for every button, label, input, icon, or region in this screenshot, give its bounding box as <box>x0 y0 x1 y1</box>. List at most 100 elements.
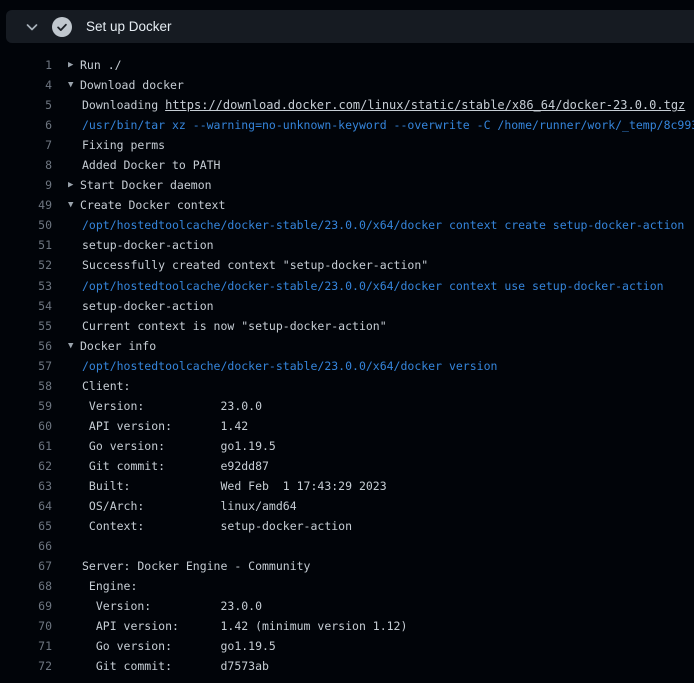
log-line-9: 9 ▶Start Docker daemon <box>0 175 694 195</box>
log-text: Go version: go1.19.5 <box>82 636 276 656</box>
log-text: API version: 1.42 (minimum version 1.12) <box>82 616 407 636</box>
line-number: 60 <box>0 416 52 436</box>
line-number: 65 <box>0 516 52 536</box>
log-line-69: 69 Version: 23.0.0 <box>0 596 694 616</box>
log-command-text: /opt/hostedtoolcache/docker-stable/23.0.… <box>82 356 497 376</box>
group-collapsed-icon[interactable]: ▶ <box>68 55 80 75</box>
log-line-54: 54 setup-docker-action <box>0 296 694 316</box>
line-number: 71 <box>0 636 52 656</box>
check-circle-icon <box>52 17 72 37</box>
group-collapsed-icon[interactable]: ▶ <box>68 175 80 195</box>
log-text: Git commit: d7573ab <box>82 656 269 676</box>
log-text: Fixing perms <box>82 135 165 155</box>
group-title[interactable]: Download docker <box>80 75 184 95</box>
line-number: 9 <box>0 175 52 195</box>
line-number: 62 <box>0 456 52 476</box>
log-line-6: 6/usr/bin/tar xz --warning=no-unknown-ke… <box>0 115 694 135</box>
log-command-text: /opt/hostedtoolcache/docker-stable/23.0.… <box>82 215 684 235</box>
group-expanded-icon[interactable]: ▼ <box>68 75 80 95</box>
log-line-72: 72 Git commit: d7573ab <box>0 656 694 676</box>
log-text: Engine: <box>82 576 137 596</box>
line-number: 69 <box>0 596 52 616</box>
group-title[interactable]: Start Docker daemon <box>80 175 212 195</box>
log-text: OS/Arch: linux/amd64 <box>82 496 297 516</box>
log-text: setup-docker-action <box>82 296 214 316</box>
log-line-52: 52 Successfully created context "setup-do… <box>0 255 694 275</box>
log-line-60: 60 API version: 1.42 <box>0 416 694 436</box>
log-line-71: 71 Go version: go1.19.5 <box>0 636 694 656</box>
log-line-63: 63 Built: Wed Feb 1 17:43:29 2023 <box>0 476 694 496</box>
line-number: 68 <box>0 576 52 596</box>
log-line-57: 57/opt/hostedtoolcache/docker-stable/23.… <box>0 356 694 376</box>
log-line-68: 68 Engine: <box>0 576 694 596</box>
line-number: 1 <box>0 55 52 75</box>
log-line-7: 7 Fixing perms <box>0 135 694 155</box>
log-text: Successfully created context "setup-dock… <box>82 255 428 275</box>
log-line-65: 65 Context: setup-docker-action <box>0 516 694 536</box>
line-number: 49 <box>0 195 52 215</box>
line-number: 4 <box>0 75 52 95</box>
line-number: 53 <box>0 276 52 296</box>
line-number: 64 <box>0 496 52 516</box>
log-url-link[interactable]: https://download.docker.com/linux/static… <box>165 98 685 112</box>
line-number: 51 <box>0 235 52 255</box>
log-text: Version: 23.0.0 <box>82 396 262 416</box>
log-line-67: 67 Server: Docker Engine - Community <box>0 556 694 576</box>
group-title[interactable]: Docker info <box>80 336 156 356</box>
log-text: Version: 23.0.0 <box>82 596 262 616</box>
log-line-50: 50/opt/hostedtoolcache/docker-stable/23.… <box>0 215 694 235</box>
line-number: 52 <box>0 255 52 275</box>
step-header[interactable]: Set up Docker <box>6 10 694 43</box>
log-command-text: /opt/hostedtoolcache/docker-stable/23.0.… <box>82 276 664 296</box>
log-text: Context: setup-docker-action <box>82 516 352 536</box>
log-line-64: 64 OS/Arch: linux/amd64 <box>0 496 694 516</box>
log-text: Client: <box>82 376 130 396</box>
log-line-51: 51 setup-docker-action <box>0 235 694 255</box>
line-number: 55 <box>0 316 52 336</box>
log-line-62: 62 Git commit: e92dd87 <box>0 456 694 476</box>
log-command-text: /usr/bin/tar xz --warning=no-unknown-key… <box>82 115 694 135</box>
line-number: 50 <box>0 215 52 235</box>
log-text: Git commit: e92dd87 <box>82 456 269 476</box>
group-expanded-icon[interactable]: ▼ <box>68 336 80 356</box>
log-line-8: 8 Added Docker to PATH <box>0 155 694 175</box>
log-text: setup-docker-action <box>82 235 214 255</box>
log-text: Added Docker to PATH <box>82 155 220 175</box>
log-text-prefix: Downloading <box>82 98 165 112</box>
line-number: 72 <box>0 656 52 676</box>
log-line-5: 5 Downloading https://download.docker.com… <box>0 95 694 115</box>
step-title: Set up Docker <box>86 19 172 34</box>
log-line-70: 70 API version: 1.42 (minimum version 1.… <box>0 616 694 636</box>
log-text: Go version: go1.19.5 <box>82 436 276 456</box>
group-title[interactable]: Run ./ <box>80 55 122 75</box>
log-text: Downloading https://download.docker.com/… <box>82 95 685 115</box>
log-line-1: 1 ▶Run ./ <box>0 55 694 75</box>
log-text: Server: Docker Engine - Community <box>82 556 310 576</box>
line-number: 5 <box>0 95 52 115</box>
log-line-66: 66 <box>0 536 694 556</box>
group-title[interactable]: Create Docker context <box>80 195 225 215</box>
line-number: 63 <box>0 476 52 496</box>
log-text: Built: Wed Feb 1 17:43:29 2023 <box>82 476 387 496</box>
log-line-4: 4 ▼Download docker <box>0 75 694 95</box>
chevron-down-icon[interactable] <box>24 19 40 35</box>
line-number: 57 <box>0 356 52 376</box>
group-expanded-icon[interactable]: ▼ <box>68 195 80 215</box>
line-number: 6 <box>0 115 52 135</box>
line-number: 54 <box>0 296 52 316</box>
log-text: API version: 1.42 <box>82 416 248 436</box>
line-number: 61 <box>0 436 52 456</box>
log-line-61: 61 Go version: go1.19.5 <box>0 436 694 456</box>
line-number: 67 <box>0 556 52 576</box>
line-number: 70 <box>0 616 52 636</box>
line-number: 7 <box>0 135 52 155</box>
log-line-59: 59 Version: 23.0.0 <box>0 396 694 416</box>
log-line-53: 53/opt/hostedtoolcache/docker-stable/23.… <box>0 276 694 296</box>
line-number: 66 <box>0 536 52 556</box>
log-line-56: 56▼Docker info <box>0 336 694 356</box>
log-line-49: 49 ▼Create Docker context <box>0 195 694 215</box>
log-text: Current context is now "setup-docker-act… <box>82 316 387 336</box>
log-line-55: 55 Current context is now "setup-docker-a… <box>0 316 694 336</box>
line-number: 59 <box>0 396 52 416</box>
line-number: 8 <box>0 155 52 175</box>
